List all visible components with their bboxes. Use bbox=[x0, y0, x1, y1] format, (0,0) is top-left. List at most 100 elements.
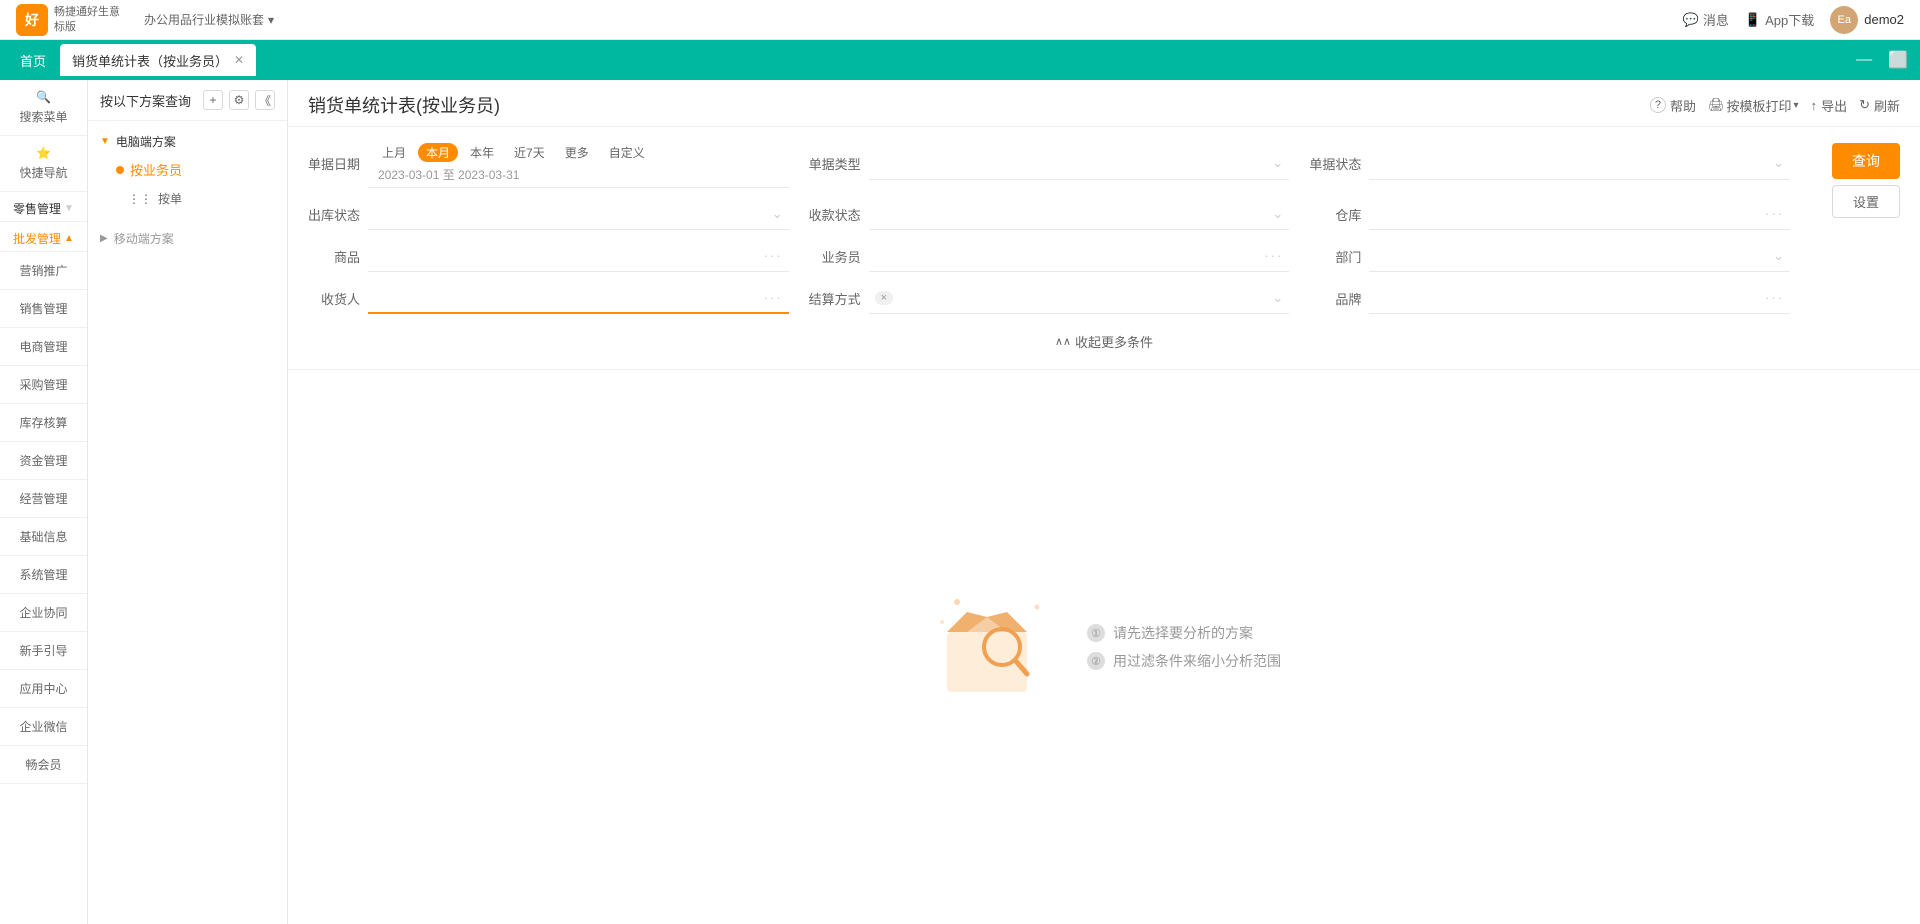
newbie-label: 新手引导 bbox=[19, 642, 67, 659]
print-icon: 🖨 bbox=[1708, 97, 1725, 113]
warehouse-dots: ··· bbox=[1765, 206, 1784, 221]
out-status-control[interactable]: ⌄ bbox=[368, 198, 789, 230]
receiver-dots: ··· bbox=[764, 290, 783, 305]
salesperson-control[interactable]: ··· bbox=[869, 240, 1290, 272]
desktop-scheme-title[interactable]: ▼ 电脑端方案 bbox=[88, 127, 287, 154]
print-dropdown-icon: ▾ bbox=[1794, 100, 1799, 111]
doc-status-control[interactable]: ⌄ bbox=[1369, 148, 1790, 180]
date-tab-this-year[interactable]: 本年 bbox=[462, 143, 502, 162]
query-button[interactable]: 查询 bbox=[1832, 143, 1900, 179]
product-control[interactable]: ··· bbox=[368, 240, 789, 272]
sidebar-item-search[interactable]: 🔍 搜索菜单 bbox=[0, 80, 87, 136]
workspace-selector[interactable]: 办公用品行业模拟账套 ▾ bbox=[144, 11, 274, 28]
tab-bar-right: — ⬜ bbox=[1852, 46, 1912, 74]
empty-box-svg bbox=[927, 592, 1047, 702]
sidebar-item-operation[interactable]: 经营管理 bbox=[0, 480, 87, 518]
refresh-icon: ↻ bbox=[1859, 97, 1870, 113]
sidebar-item-appstore[interactable]: 应用中心 bbox=[0, 670, 87, 708]
sales-label: 销售管理 bbox=[19, 300, 67, 317]
sidebar-item-marketing[interactable]: 营销推广 bbox=[0, 252, 87, 290]
sidebar: 🔍 搜索菜单 ⭐ 快捷导航 零售管理 ▼ 批发管理 ▲ 营销推广 销售管理 电商… bbox=[0, 80, 88, 924]
sidebar-item-newbie[interactable]: 新手引导 bbox=[0, 632, 87, 670]
sidebar-item-cooperation[interactable]: 企业协同 bbox=[0, 594, 87, 632]
mobile-arrow-icon: ▶ bbox=[100, 233, 108, 244]
tab-salesperson-report[interactable]: 销货单统计表（按业务员） ✕ bbox=[60, 44, 256, 76]
setting-button[interactable]: 设置 bbox=[1832, 185, 1900, 218]
page-header: 销货单统计表(按业务员) ? 帮助 🖨 按模板打印 ▾ ↑ 导出 bbox=[288, 80, 1920, 127]
brand-control[interactable]: ··· bbox=[1369, 282, 1790, 314]
doc-status-dropdown-icon: ⌄ bbox=[1773, 155, 1784, 171]
inventory-label: 库存核算 bbox=[19, 414, 67, 431]
refresh-action[interactable]: ↻ 刷新 bbox=[1859, 96, 1900, 115]
sidebar-item-retail[interactable]: 零售管理 ▼ bbox=[0, 192, 87, 222]
desktop-scheme-group: ▼ 电脑端方案 按业务员 ⋮⋮ 按单 bbox=[88, 121, 287, 218]
finance-label: 资金管理 bbox=[19, 452, 67, 469]
export-action[interactable]: ↑ 导出 bbox=[1811, 96, 1848, 115]
scheme-panel-header: 按以下方案查询 + ⚙ 《 bbox=[88, 80, 287, 121]
empty-content: ① 请先选择要分析的方案 ② 用过滤条件来缩小分析范围 bbox=[927, 592, 1281, 702]
receiver-control[interactable]: ··· bbox=[368, 282, 789, 314]
sidebar-item-vip[interactable]: 畅会员 bbox=[0, 746, 87, 784]
basic-label: 基础信息 bbox=[19, 528, 67, 545]
header-left: 好 畅捷通好生意 标版 办公用品行业模拟账套 ▾ bbox=[16, 4, 274, 36]
warehouse-control[interactable]: ··· bbox=[1369, 198, 1790, 230]
hint-text-2: 用过滤条件来缩小分析范围 bbox=[1113, 651, 1281, 671]
mobile-scheme-title[interactable]: ▶ 移动端方案 bbox=[88, 224, 287, 251]
sidebar-item-sales[interactable]: 销售管理 bbox=[0, 290, 87, 328]
sidebar-item-ecommerce[interactable]: 电商管理 bbox=[0, 328, 87, 366]
scheme-collapse-btn[interactable]: 《 bbox=[255, 90, 275, 110]
date-tab-prev-month[interactable]: 上月 bbox=[374, 143, 414, 162]
help-action[interactable]: ? 帮助 bbox=[1650, 96, 1696, 115]
tab-maximize-btn[interactable]: ⬜ bbox=[1884, 46, 1912, 74]
receive-status-control[interactable]: ⌄ bbox=[869, 198, 1290, 230]
action-buttons: 查询 设置 bbox=[1832, 143, 1900, 218]
date-tab-this-month[interactable]: 本月 bbox=[418, 143, 458, 162]
mobile-scheme-group: ▶ 移动端方案 bbox=[88, 218, 287, 257]
scheme-by-salesperson[interactable]: 按业务员 bbox=[88, 154, 287, 185]
purchase-label: 采购管理 bbox=[19, 376, 67, 393]
sidebar-item-purchase[interactable]: 采购管理 bbox=[0, 366, 87, 404]
retail-label: 零售管理 bbox=[13, 200, 61, 217]
receiver-label: 收货人 bbox=[308, 289, 368, 308]
department-control[interactable]: ⌄ bbox=[1369, 240, 1790, 272]
tab-minimize-btn[interactable]: — bbox=[1852, 46, 1876, 74]
scheme-add-btn[interactable]: + bbox=[203, 90, 223, 110]
sidebar-item-quicknav[interactable]: ⭐ 快捷导航 bbox=[0, 136, 87, 192]
settlement-tag-remove[interactable]: × bbox=[881, 292, 887, 304]
date-tab-custom[interactable]: 自定义 bbox=[601, 143, 653, 162]
user-info[interactable]: Ea demo2 bbox=[1830, 6, 1904, 34]
tab-close-icon[interactable]: ✕ bbox=[234, 53, 244, 67]
scheme-collapse-icon: 《 bbox=[259, 92, 271, 109]
settlement-control[interactable]: × ⌄ bbox=[869, 282, 1290, 314]
logo-icon: 好 bbox=[16, 4, 48, 36]
date-control[interactable]: 上月 本月 本年 近7天 更多 自定义 2023-03-01 至 2023-03… bbox=[368, 139, 789, 188]
receive-status-filter-cell: 收款状态 ⌄ bbox=[809, 198, 1290, 230]
sidebar-item-system[interactable]: 系统管理 bbox=[0, 556, 87, 594]
sidebar-item-inventory[interactable]: 库存核算 bbox=[0, 404, 87, 442]
template-print-action[interactable]: 🖨 按模板打印 ▾ bbox=[1708, 96, 1799, 115]
header-right: 💬 消息 📱 App下载 Ea demo2 bbox=[1683, 6, 1904, 34]
tab-home[interactable]: 首页 bbox=[8, 44, 58, 76]
collapse-conditions-btn[interactable]: ∧∧ 收起更多条件 bbox=[1049, 326, 1159, 357]
date-tab-more[interactable]: 更多 bbox=[557, 143, 597, 162]
app-download-action[interactable]: 📱 App下载 bbox=[1745, 10, 1814, 29]
sidebar-item-basic[interactable]: 基础信息 bbox=[0, 518, 87, 556]
date-tab-7days[interactable]: 近7天 bbox=[506, 143, 553, 162]
date-filter-cell: 单据日期 上月 本月 本年 近7天 更多 自定义 2023-03-01 至 20… bbox=[308, 139, 789, 188]
sidebar-item-finance[interactable]: 资金管理 bbox=[0, 442, 87, 480]
out-status-filter-cell: 出库状态 ⌄ bbox=[308, 198, 789, 230]
content-area: 按以下方案查询 + ⚙ 《 ▼ 电脑端方案 bbox=[88, 80, 1920, 924]
scheme-settings-btn[interactable]: ⚙ bbox=[229, 90, 249, 110]
system-label: 系统管理 bbox=[19, 566, 67, 583]
empty-state: ① 请先选择要分析的方案 ② 用过滤条件来缩小分析范围 bbox=[288, 370, 1920, 924]
hint-num-1: ① bbox=[1087, 624, 1105, 642]
doc-type-control[interactable]: ⌄ bbox=[869, 148, 1290, 180]
product-dots: ··· bbox=[764, 248, 783, 263]
search-icon: 🔍 bbox=[36, 90, 51, 104]
page-title: 销货单统计表(按业务员) bbox=[308, 92, 500, 118]
sidebar-item-wholesale[interactable]: 批发管理 ▲ bbox=[0, 222, 87, 252]
sub-scheme-by-order[interactable]: ⋮⋮ 按单 bbox=[88, 185, 287, 212]
sidebar-item-wechat[interactable]: 企业微信 bbox=[0, 708, 87, 746]
message-action[interactable]: 💬 消息 bbox=[1683, 10, 1729, 29]
operation-label: 经营管理 bbox=[19, 490, 67, 507]
